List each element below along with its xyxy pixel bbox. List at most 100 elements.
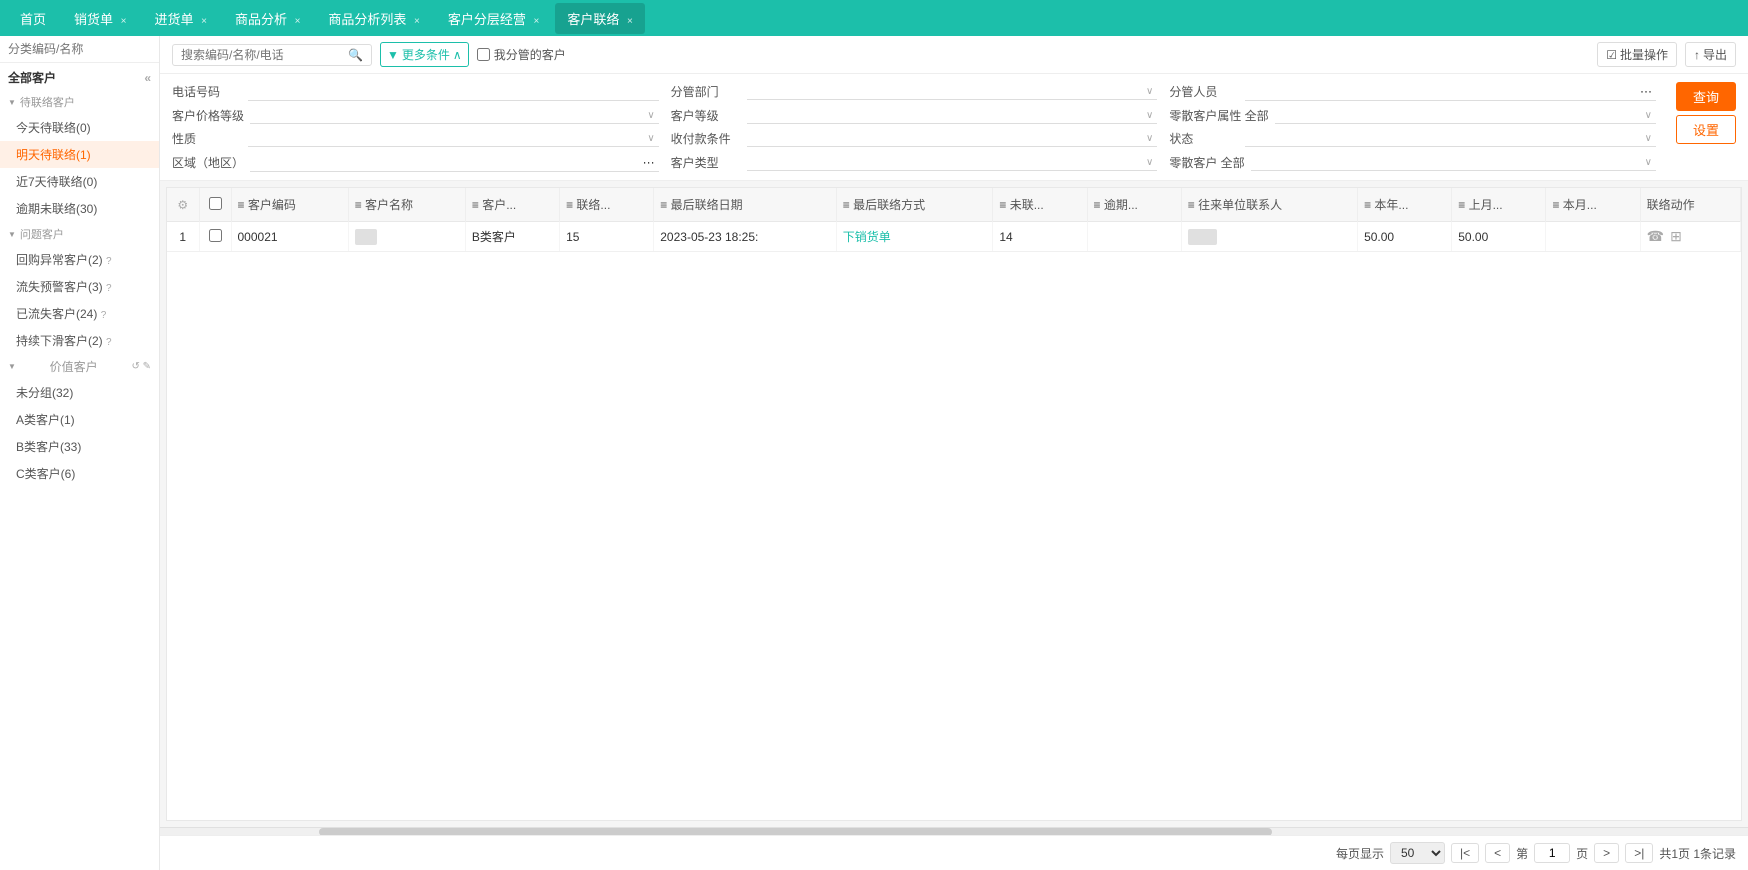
cell-no: 1 bbox=[167, 222, 199, 252]
filter-cell-phone: 电话号码 bbox=[172, 82, 671, 101]
filter-retail-attr-select[interactable]: ∨ bbox=[1275, 108, 1656, 124]
pagination: 每页显示 50 100 200 |< < 第 页 > >| 共1页 1条记录 bbox=[160, 835, 1748, 870]
filter-retail-attr-label: 零散客户属性 全部 bbox=[1169, 107, 1268, 124]
sidebar-item-ungrouped[interactable]: 未分组(32) bbox=[0, 379, 159, 406]
batch-label: 批量操作 bbox=[1620, 46, 1668, 63]
sidebar-item-class-b[interactable]: B类客户(33) bbox=[0, 433, 159, 460]
search-bar: 🔍 ▼ 更多条件 ∧ 我分管的客户 ☑ 批量操作 ↑ 导出 bbox=[160, 36, 1748, 74]
close-sales-icon[interactable]: × bbox=[121, 16, 127, 27]
col-last-method: ≡ 最后联络方式 bbox=[836, 188, 993, 222]
col-last-date-label: ≡ 最后联络日期 bbox=[660, 198, 742, 212]
filter-cell-nature: 性质 ∨ bbox=[172, 130, 671, 147]
search-input[interactable] bbox=[181, 48, 344, 62]
last-method-link[interactable]: 下销货单 bbox=[843, 230, 891, 244]
prev-page-btn[interactable]: < bbox=[1485, 843, 1510, 863]
region-dots-icon: ··· bbox=[643, 155, 655, 169]
group-title-value: 价值客户 ↺ ✎ bbox=[0, 354, 159, 379]
horizontal-scrollbar[interactable] bbox=[160, 827, 1748, 835]
filter-dept-select[interactable]: ∨ bbox=[747, 84, 1158, 100]
my-customers-checkbox-wrap[interactable]: 我分管的客户 bbox=[477, 46, 566, 63]
search-submit-icon[interactable]: 🔍 bbox=[348, 48, 363, 62]
close-purchase-icon[interactable]: × bbox=[201, 16, 207, 27]
current-page-input[interactable] bbox=[1534, 843, 1570, 863]
sidebar-search-input[interactable] bbox=[8, 42, 160, 56]
page-size-select[interactable]: 50 100 200 bbox=[1390, 842, 1445, 864]
sidebar-item-7days[interactable]: 近7天待联络(0) bbox=[0, 168, 159, 195]
export-btn[interactable]: ↑ 导出 bbox=[1685, 42, 1736, 67]
filter-dept-label: 分管部门 bbox=[671, 83, 741, 100]
filter-nature-select[interactable]: ∨ bbox=[248, 131, 659, 147]
action-more-icon[interactable]: ⊞ bbox=[1670, 228, 1682, 245]
filter-status-select[interactable]: ∨ bbox=[1245, 131, 1656, 147]
collapse-icon[interactable]: « bbox=[144, 71, 151, 85]
sidebar-item-class-c[interactable]: C类客户(6) bbox=[0, 460, 159, 487]
cell-overdue bbox=[1087, 222, 1181, 252]
sidebar-item-today[interactable]: 今天待联络(0) bbox=[0, 114, 159, 141]
action-buttons: 查询 设置 bbox=[1676, 82, 1736, 144]
cell-code: 000021 bbox=[231, 222, 348, 252]
export-icon: ↑ bbox=[1694, 48, 1700, 62]
select-all-checkbox[interactable] bbox=[209, 197, 222, 210]
col-this-month: ≡ 本月... bbox=[1546, 188, 1640, 222]
filter-person-dots[interactable]: ··· bbox=[1245, 82, 1656, 101]
first-page-btn[interactable]: |< bbox=[1451, 843, 1479, 863]
filter-status-label: 状态 bbox=[1169, 130, 1239, 147]
col-action: 联络动作 bbox=[1640, 188, 1740, 222]
action-phone-icon[interactable]: ☎ bbox=[1647, 228, 1664, 245]
close-product-analysis-icon[interactable]: × bbox=[295, 16, 301, 27]
all-customers-title: 全部客户 « bbox=[0, 63, 159, 90]
gear-icon[interactable]: ⚙ bbox=[177, 198, 188, 212]
last-page-btn[interactable]: >| bbox=[1625, 843, 1653, 863]
nav-customer-tier[interactable]: 客户分层经营 × bbox=[436, 3, 551, 34]
query-btn[interactable]: 查询 bbox=[1676, 82, 1736, 111]
col-code-label: ≡ 客户编码 bbox=[238, 198, 296, 212]
sidebar-item-declining[interactable]: 持续下滑客户(2) ? bbox=[0, 327, 159, 354]
nav-purchase[interactable]: 进货单 × bbox=[142, 3, 218, 34]
main-layout: 🔍 全部客户 « 待联络客户 今天待联络(0) 明天待联络(1) 近7天待联络(… bbox=[0, 36, 1748, 870]
value-group-actions[interactable]: ↺ ✎ bbox=[131, 361, 151, 372]
nav-product-analysis-list[interactable]: 商品分析列表 × bbox=[316, 3, 431, 34]
filter-type-label: 客户类型 bbox=[671, 154, 741, 171]
sidebar-item-repurchase[interactable]: 回购异常客户(2) ? bbox=[0, 246, 159, 273]
table-row: 1 000021 Ea B类客户 15 2023-05-23 18:25: 下销… bbox=[167, 222, 1741, 252]
filter-phone-input[interactable] bbox=[248, 82, 659, 101]
close-customer-tier-icon[interactable]: × bbox=[534, 16, 540, 27]
cell-name: Ea bbox=[348, 222, 465, 252]
filter-more-btn[interactable]: ▼ 更多条件 ∧ bbox=[380, 42, 469, 67]
filter-cell-person: 分管人员 ··· bbox=[1169, 82, 1668, 101]
col-last-month: ≡ 上月... bbox=[1452, 188, 1546, 222]
nav-sales[interactable]: 销货单 × bbox=[62, 3, 138, 34]
sidebar-item-tomorrow[interactable]: 明天待联络(1) bbox=[0, 141, 159, 168]
col-contact: ≡ 联络... bbox=[560, 188, 654, 222]
filter-cell-retail-attr: 零散客户属性 全部 ∨ bbox=[1169, 107, 1668, 124]
col-last-month-label: ≡ 上月... bbox=[1458, 198, 1502, 212]
filter-price-level-select[interactable]: ∨ bbox=[250, 108, 659, 124]
nav-product-analysis[interactable]: 商品分析 × bbox=[223, 3, 312, 34]
content-area: 🔍 ▼ 更多条件 ∧ 我分管的客户 ☑ 批量操作 ↑ 导出 bbox=[160, 36, 1748, 870]
nav-customer-contact[interactable]: 客户联络 × bbox=[555, 3, 644, 34]
sidebar-item-churn-warning[interactable]: 流失预警客户(3) ? bbox=[0, 273, 159, 300]
sidebar-item-overdue[interactable]: 逾期未联络(30) bbox=[0, 195, 159, 222]
filter-customer-level-select[interactable]: ∨ bbox=[747, 108, 1158, 124]
my-customers-checkbox[interactable] bbox=[477, 48, 490, 61]
set-btn[interactable]: 设置 bbox=[1676, 115, 1736, 144]
filter-retail-arrow-icon: ∨ bbox=[1645, 157, 1652, 168]
sidebar-item-class-a[interactable]: A类客户(1) bbox=[0, 406, 159, 433]
cell-check bbox=[199, 222, 231, 252]
filter-type-select[interactable]: ∨ bbox=[747, 155, 1158, 171]
filter-region-dots[interactable]: ··· bbox=[250, 153, 659, 172]
filter-cell-customer-level: 客户等级 ∨ bbox=[671, 107, 1170, 124]
next-page-btn[interactable]: > bbox=[1594, 843, 1619, 863]
batch-checkbox-icon: ☑ bbox=[1606, 48, 1617, 62]
nav-home[interactable]: 首页 bbox=[8, 3, 58, 34]
row-checkbox[interactable] bbox=[209, 229, 222, 242]
close-customer-contact-icon[interactable]: × bbox=[627, 16, 633, 27]
col-this-year-label: ≡ 本年... bbox=[1364, 198, 1408, 212]
batch-btn[interactable]: ☑ 批量操作 bbox=[1597, 42, 1677, 67]
cell-last-date: 2023-05-23 18:25: bbox=[654, 222, 836, 252]
all-customers-label: 全部客户 bbox=[8, 69, 56, 86]
close-product-analysis-list-icon[interactable]: × bbox=[414, 16, 420, 27]
filter-retail-select[interactable]: ∨ bbox=[1251, 155, 1656, 171]
sidebar-item-churned[interactable]: 已流失客户(24) ? bbox=[0, 300, 159, 327]
filter-payment-select[interactable]: ∨ bbox=[747, 131, 1158, 147]
